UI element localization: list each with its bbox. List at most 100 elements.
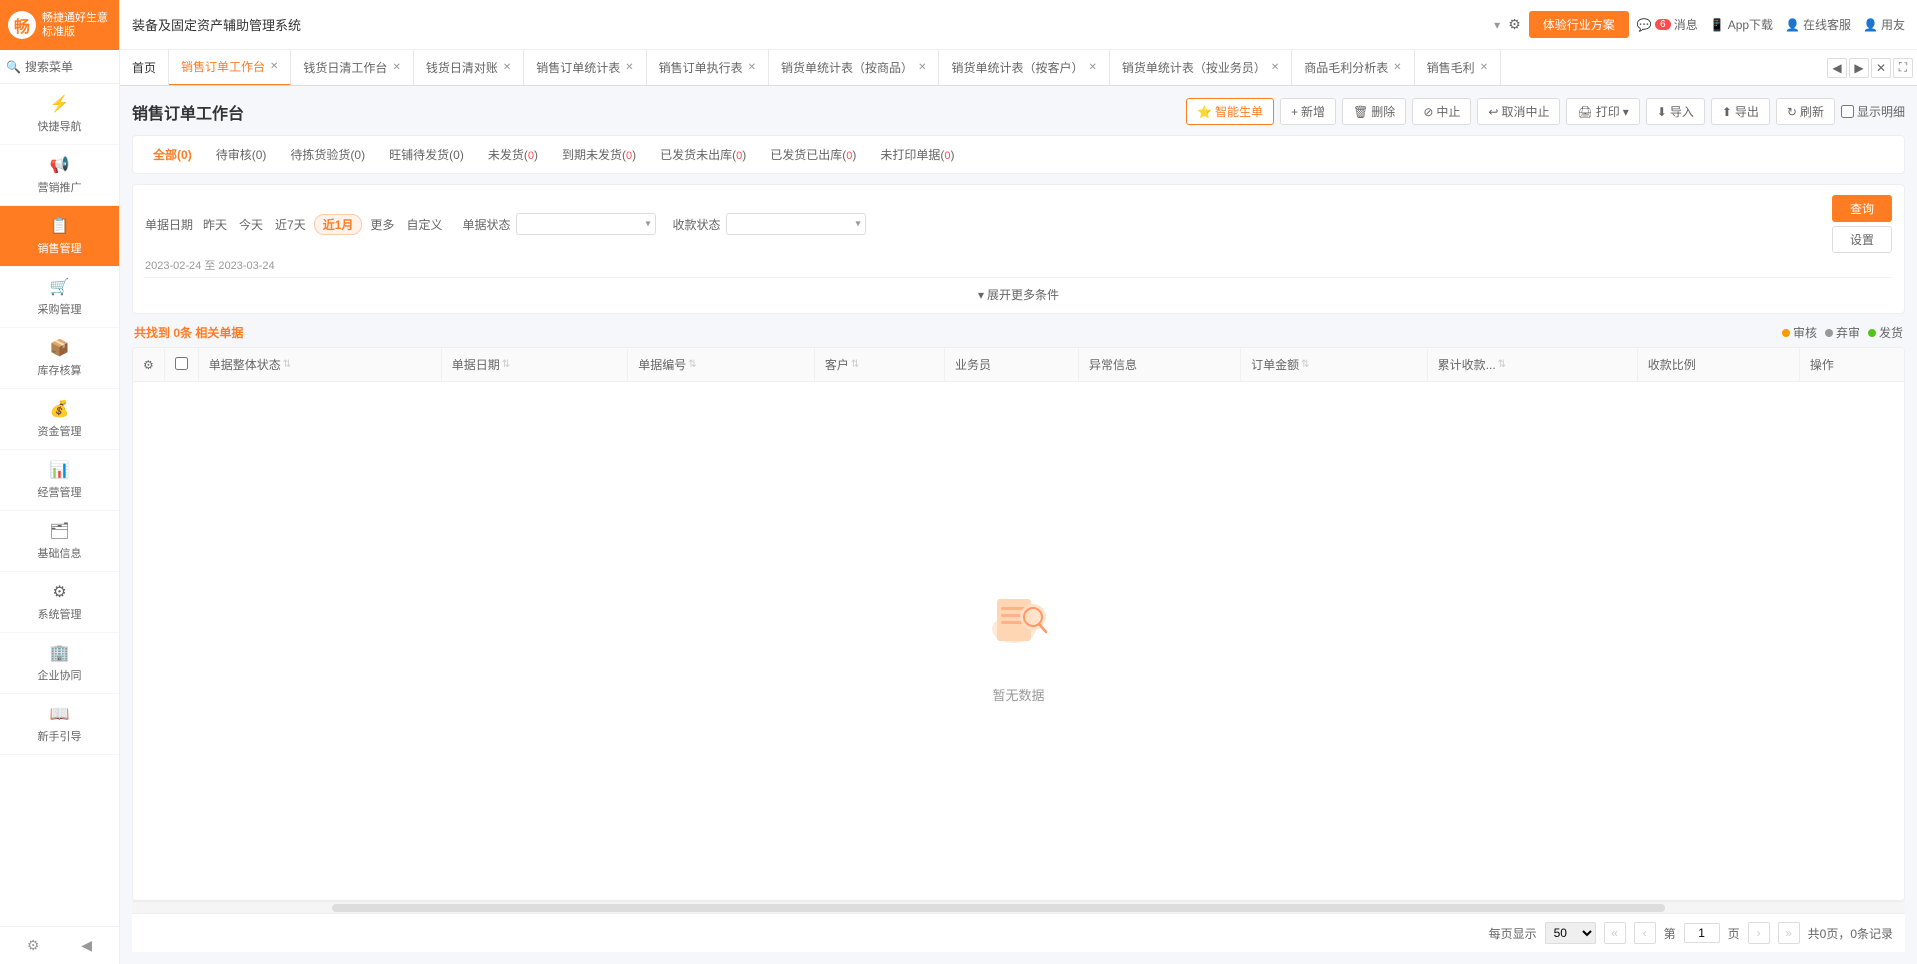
sidebar-item-operation[interactable]: 📊 经营管理 xyxy=(0,450,119,511)
tab-close-sales-summary-product[interactable]: ✕ xyxy=(918,62,926,73)
subtab-overdue-not-shipped[interactable]: 到期未发货(0) xyxy=(550,142,648,167)
th-number[interactable]: 单据编号 xyxy=(628,348,815,382)
cancel-stop-btn[interactable]: ↩ 取消中止 xyxy=(1477,98,1560,125)
tab-close-cash-reconcile[interactable]: ✕ xyxy=(503,62,511,73)
show-detail-checkbox-wrap[interactable]: 显示明细 xyxy=(1841,103,1905,120)
page-content: 销售订单工作台 ⭐ 智能生单 + 新增 🗑 删除 ⊘ 中止 xyxy=(120,86,1917,964)
scrollbar-row[interactable] xyxy=(132,901,1905,913)
subtab-not-printed[interactable]: 未打印单据(0) xyxy=(868,142,966,167)
tab-nav-close-all[interactable]: ✕ xyxy=(1871,58,1891,78)
export-btn[interactable]: ⬆ 导出 xyxy=(1711,98,1770,125)
th-amount[interactable]: 订单金额 xyxy=(1241,348,1428,382)
date-option-7days[interactable]: 近7天 xyxy=(271,214,310,235)
app-download-action[interactable]: 📱 App下载 xyxy=(1710,16,1773,33)
tab-cash-daily[interactable]: 钱货日清工作台 ✕ xyxy=(291,50,413,86)
pagination-first[interactable]: « xyxy=(1604,922,1626,944)
tab-close-sales-more[interactable]: ✕ xyxy=(1480,62,1488,73)
pagination-last[interactable]: » xyxy=(1778,922,1800,944)
subtab-shipped-out[interactable]: 已发货已出库(0) xyxy=(758,142,868,167)
date-option-custom[interactable]: 自定义 xyxy=(402,214,446,235)
sidebar-search[interactable]: 🔍 搜索菜单 xyxy=(0,50,119,84)
subtab-shipped-not-out[interactable]: 已发货未出库(0) xyxy=(648,142,758,167)
date-option-more[interactable]: 更多 xyxy=(366,214,398,235)
empty-state: 暂无数据 xyxy=(133,382,1904,900)
tab-close-sales-summary-customer[interactable]: ✕ xyxy=(1088,62,1096,73)
per-page-select[interactable]: 50 10 20 100 xyxy=(1545,922,1596,944)
tab-close-sales-summary-staff[interactable]: ✕ xyxy=(1271,62,1279,73)
online-service-action[interactable]: 👤 在线客服 xyxy=(1785,16,1851,33)
tab-nav-next[interactable]: ▶ xyxy=(1849,58,1869,78)
filter-expand-btn[interactable]: ▾ 展开更多条件 xyxy=(145,277,1892,303)
new-btn[interactable]: + 新增 xyxy=(1280,98,1336,125)
filter-settings-btn[interactable]: 设置 xyxy=(1832,226,1892,253)
tab-sales-summary-staff[interactable]: 销货单统计表（按业务员） ✕ xyxy=(1110,50,1292,86)
pagination-prev[interactable]: ‹ xyxy=(1634,922,1656,944)
date-option-today[interactable]: 今天 xyxy=(235,214,267,235)
cancel-review-btn[interactable]: 弃审 xyxy=(1825,324,1860,341)
sidebar-item-finance[interactable]: 💰 资金管理 xyxy=(0,389,119,450)
filter-payment-select[interactable] xyxy=(726,213,866,235)
print-icon: 🖨 xyxy=(1577,105,1592,119)
sidebar-item-system[interactable]: ⚙ 系统管理 xyxy=(0,572,119,633)
sidebar-item-enterprise[interactable]: 🏢 企业协同 xyxy=(0,633,119,694)
delete-btn[interactable]: 🗑 删除 xyxy=(1342,98,1406,125)
sidebar-item-basic-info[interactable]: 🗂 基础信息 xyxy=(0,511,119,572)
tab-sales-workbench[interactable]: 销售订单工作台 ✕ xyxy=(169,50,291,86)
ship-btn[interactable]: 发货 xyxy=(1868,324,1903,341)
subtab-all[interactable]: 全部(0) xyxy=(141,142,204,167)
tab-nav-maximize[interactable]: ⛶ xyxy=(1893,58,1913,78)
refresh-btn[interactable]: ↻ 刷新 xyxy=(1776,98,1835,125)
filter-status-select[interactable] xyxy=(516,213,656,235)
pagination-next[interactable]: › xyxy=(1748,922,1770,944)
tab-nav-prev[interactable]: ◀ xyxy=(1827,58,1847,78)
subtab-wangpu-ship[interactable]: 旺铺待发货(0) xyxy=(377,142,476,167)
th-status[interactable]: 单据整体状态 xyxy=(198,348,441,382)
show-detail-checkbox[interactable] xyxy=(1841,105,1854,118)
tab-close-cash-daily[interactable]: ✕ xyxy=(392,62,400,73)
review-btn[interactable]: 审核 xyxy=(1782,324,1817,341)
tab-close-sales-stats[interactable]: ✕ xyxy=(625,62,633,73)
sidebar-item-sales[interactable]: 📋 销售管理 xyxy=(0,206,119,267)
print-btn[interactable]: 🖨 打印 ▾ xyxy=(1566,98,1639,125)
message-action[interactable]: 💬 6 消息 xyxy=(1637,16,1698,33)
sidebar-item-quick-nav[interactable]: ⚡ 快捷导航 xyxy=(0,84,119,145)
date-option-yesterday[interactable]: 昨天 xyxy=(199,214,231,235)
smart-btn[interactable]: ⭐ 智能生单 xyxy=(1186,98,1274,125)
subtab-pending-check[interactable]: 待拣货验货(0) xyxy=(278,142,377,167)
th-settings[interactable]: ⚙ xyxy=(133,348,164,382)
th-salesperson: 业务员 xyxy=(945,348,1079,382)
tab-cash-reconcile[interactable]: 钱货日清对账 ✕ xyxy=(414,50,524,86)
tab-close-product-margin[interactable]: ✕ xyxy=(1393,62,1401,73)
collapse-sidebar-icon[interactable]: ◀ xyxy=(81,937,92,954)
scrollbar-thumb[interactable] xyxy=(332,904,1665,912)
tab-close-sales-workbench[interactable]: ✕ xyxy=(270,61,278,72)
subtab-not-shipped[interactable]: 未发货(0) xyxy=(476,142,550,167)
tab-sales-summary-customer[interactable]: 销货单统计表（按客户） ✕ xyxy=(939,50,1109,86)
sidebar-item-inventory[interactable]: 📦 库存核算 xyxy=(0,328,119,389)
tab-sales-more[interactable]: 销售毛利 ✕ xyxy=(1415,50,1501,86)
tab-sales-summary-product[interactable]: 销货单统计表（按商品） ✕ xyxy=(769,50,939,86)
th-collected[interactable]: 累计收款... xyxy=(1427,348,1637,382)
th-date[interactable]: 单据日期 xyxy=(441,348,628,382)
sidebar-item-purchase[interactable]: 🛒 采购管理 xyxy=(0,267,119,328)
settings-bottom-icon[interactable]: ⚙ xyxy=(27,937,40,954)
tab-home[interactable]: 首页 xyxy=(120,50,169,86)
stop-btn[interactable]: ⊘ 中止 xyxy=(1412,98,1471,125)
th-customer[interactable]: 客户 xyxy=(814,348,944,382)
user-action[interactable]: 👤 用友 xyxy=(1863,16,1905,33)
date-option-1month[interactable]: 近1月 xyxy=(314,214,363,235)
tab-sales-exec[interactable]: 销售订单执行表 ✕ xyxy=(647,50,769,86)
query-btn[interactable]: 查询 xyxy=(1832,195,1892,222)
page-input[interactable] xyxy=(1684,923,1720,943)
th-checkbox[interactable] xyxy=(164,348,198,382)
subtab-pending-review[interactable]: 待审核(0) xyxy=(204,142,279,167)
import-btn[interactable]: ⬇ 导入 xyxy=(1646,98,1705,125)
tab-sales-stats[interactable]: 销售订单统计表 ✕ xyxy=(524,50,646,86)
topbar-dropdown-arrow[interactable]: ▾ xyxy=(1494,18,1500,32)
topbar-gear-icon[interactable]: ⚙ xyxy=(1508,16,1521,33)
sidebar-item-guide[interactable]: 📖 新手引导 xyxy=(0,694,119,755)
sidebar-item-marketing[interactable]: 📢 营销推广 xyxy=(0,145,119,206)
tab-close-sales-exec[interactable]: ✕ xyxy=(748,62,756,73)
tab-product-margin[interactable]: 商品毛利分析表 ✕ xyxy=(1292,50,1414,86)
industry-btn[interactable]: 体验行业方案 xyxy=(1529,11,1629,38)
